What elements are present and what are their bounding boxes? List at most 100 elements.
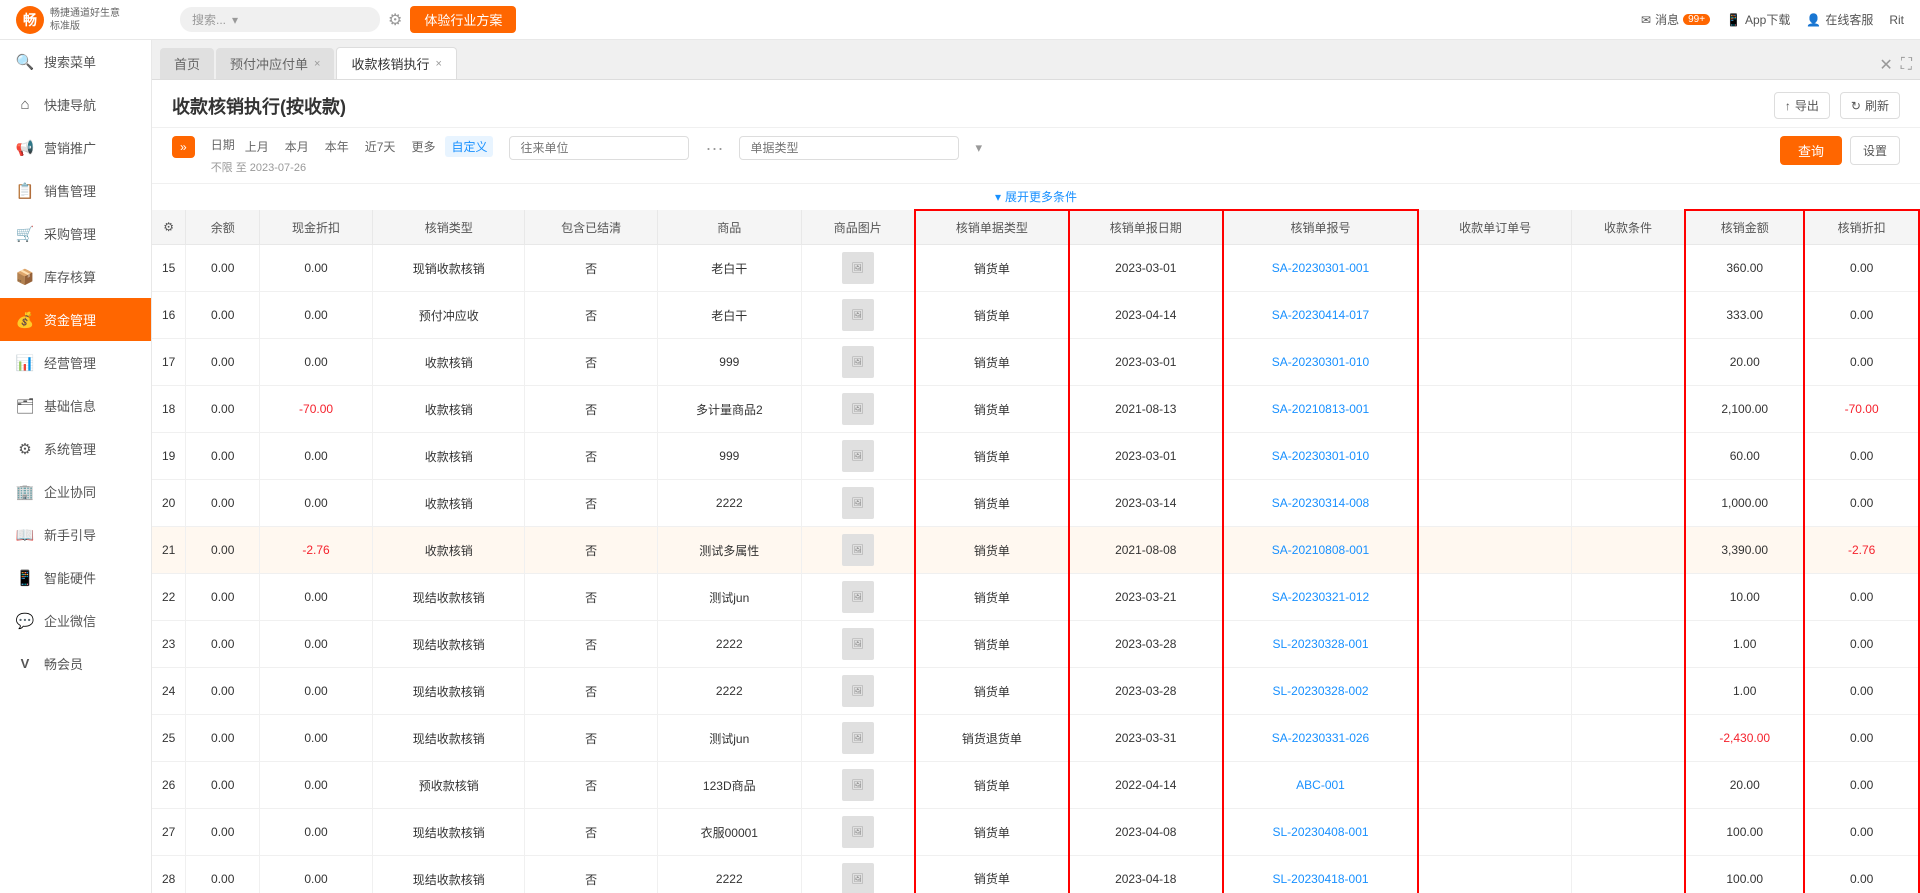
cell-bill-report-type: 销货单 bbox=[915, 621, 1069, 668]
cell-writeoff-discount: 0.00 bbox=[1804, 292, 1919, 339]
sidebar-item-wechat[interactable]: 💬 企业微信 bbox=[0, 599, 151, 642]
cell-writeoff-discount: 0.00 bbox=[1804, 762, 1919, 809]
cell-bill-report-type: 销货退货单 bbox=[915, 715, 1069, 762]
cell-bill-report-type: 销货单 bbox=[915, 339, 1069, 386]
sidebar-item-purchase[interactable]: 🛒 采购管理 bbox=[0, 212, 151, 255]
tab-expand-icon[interactable]: ⛶ bbox=[1901, 56, 1912, 74]
table-row: 23 0.00 0.00 现结收款核销 否 2222 🖼 销货单 2023-03… bbox=[152, 621, 1919, 668]
bill-report-no-link[interactable]: SA-20230314-008 bbox=[1272, 496, 1369, 510]
table-row: 16 0.00 0.00 预付冲应收 否 老白干 🖼 销货单 2023-04-1… bbox=[152, 292, 1919, 339]
sidebar-label-quick-nav: 快捷导航 bbox=[44, 95, 96, 114]
counterparty-input[interactable] bbox=[509, 136, 689, 160]
cell-receipt-order-no bbox=[1418, 339, 1571, 386]
sidebar-item-smart-hw[interactable]: 📱 智能硬件 bbox=[0, 556, 151, 599]
tab-prepay-close[interactable]: × bbox=[314, 58, 320, 70]
sidebar-item-search-menu[interactable]: 🔍 搜索菜单 bbox=[0, 40, 151, 83]
export-btn[interactable]: ↑ 导出 bbox=[1774, 92, 1830, 119]
cell-bill-report-no[interactable]: SA-20230321-012 bbox=[1223, 574, 1419, 621]
cell-bill-report-no[interactable]: SA-20210813-001 bbox=[1223, 386, 1419, 433]
cell-bill-report-no[interactable]: SA-20230314-008 bbox=[1223, 480, 1419, 527]
bill-report-no-link[interactable]: ABC-001 bbox=[1296, 778, 1345, 792]
bill-report-no-link[interactable]: SL-20230328-002 bbox=[1272, 684, 1368, 698]
cell-bill-report-type: 销货单 bbox=[915, 480, 1069, 527]
bill-report-no-link[interactable]: SA-20230414-017 bbox=[1272, 308, 1369, 322]
cell-bill-report-no[interactable]: ABC-001 bbox=[1223, 762, 1419, 809]
date-btn-more[interactable]: 更多 bbox=[405, 136, 441, 157]
cell-bill-report-no[interactable]: SA-20230301-010 bbox=[1223, 339, 1419, 386]
bill-type-input[interactable] bbox=[739, 136, 959, 160]
sidebar-item-marketing[interactable]: 📢 营销推广 bbox=[0, 126, 151, 169]
bill-report-no-link[interactable]: SL-20230408-001 bbox=[1272, 825, 1368, 839]
bill-report-no-link[interactable]: SL-20230328-001 bbox=[1272, 637, 1368, 651]
refresh-btn[interactable]: ↻ 刷新 bbox=[1840, 92, 1900, 119]
sidebar-item-finance[interactable]: 💰 资金管理 bbox=[0, 298, 151, 341]
sidebar-item-enterprise[interactable]: 🏢 企业协同 bbox=[0, 470, 151, 513]
date-btn-7days[interactable]: 近7天 bbox=[359, 136, 402, 157]
industry-btn[interactable]: 体验行业方案 bbox=[410, 6, 516, 33]
sidebar-item-operations[interactable]: 📊 经营管理 bbox=[0, 341, 151, 384]
sidebar-item-basic-info[interactable]: 🗂 基础信息 bbox=[0, 384, 151, 427]
sidebar-item-sales[interactable]: 📋 销售管理 bbox=[0, 169, 151, 212]
data-table-container: ⚙ 余额 现金折扣 核销类型 包含已结清 商品 商品图片 核销单据类型 核销单报… bbox=[152, 209, 1920, 893]
header-actions: ↑ 导出 ↻ 刷新 bbox=[1774, 92, 1900, 119]
date-btn-custom[interactable]: 自定义 bbox=[445, 136, 493, 157]
online-service-btn[interactable]: 👤 在线客服 bbox=[1806, 11, 1873, 28]
sidebar-item-guide[interactable]: 📖 新手引导 bbox=[0, 513, 151, 556]
cell-id: 18 bbox=[152, 386, 186, 433]
cell-goods: 999 bbox=[658, 339, 802, 386]
sidebar-item-vip[interactable]: V 畅会员 bbox=[0, 642, 151, 685]
table-row: 21 0.00 -2.76 收款核销 否 测试多属性 🖼 销货单 2021-08… bbox=[152, 527, 1919, 574]
col-include-settled: 包含已结清 bbox=[525, 210, 658, 245]
bill-report-no-link[interactable]: SA-20210813-001 bbox=[1272, 402, 1369, 416]
bill-report-no-link[interactable]: SA-20230301-001 bbox=[1272, 261, 1369, 275]
cell-bill-report-no[interactable]: SL-20230328-002 bbox=[1223, 668, 1419, 715]
tab-home[interactable]: 首页 bbox=[160, 48, 214, 79]
gear-icon-top[interactable]: ⚙ bbox=[388, 10, 402, 30]
sidebar-item-inventory[interactable]: 📦 库存核算 bbox=[0, 255, 151, 298]
bill-report-no-link[interactable]: SA-20210808-001 bbox=[1272, 543, 1369, 557]
cell-cash-discount: 0.00 bbox=[260, 621, 373, 668]
cell-writeoff-discount: 0.00 bbox=[1804, 809, 1919, 856]
sidebar-item-quick-nav[interactable]: ⌂ 快捷导航 bbox=[0, 83, 151, 126]
expand-conditions-btn[interactable]: ▾ 展开更多条件 bbox=[995, 188, 1077, 205]
bill-report-no-link[interactable]: SA-20230331-026 bbox=[1272, 731, 1369, 745]
cell-bill-report-no[interactable]: SL-20230408-001 bbox=[1223, 809, 1419, 856]
bill-report-no-link[interactable]: SA-20230301-010 bbox=[1272, 355, 1369, 369]
col-receipt-condition: 收款条件 bbox=[1571, 210, 1685, 245]
setting-btn[interactable]: 设置 bbox=[1850, 136, 1900, 165]
cell-bill-report-no[interactable]: SL-20230328-001 bbox=[1223, 621, 1419, 668]
logo-area: 畅 畅捷通道好生意 标准版 bbox=[16, 6, 168, 34]
tab-receipt-writeoff[interactable]: 收款核销执行 × bbox=[336, 47, 456, 79]
app-download-btn[interactable]: 📱 App下载 bbox=[1726, 11, 1790, 28]
cell-bill-report-type: 销货单 bbox=[915, 433, 1069, 480]
messages-btn[interactable]: ✉ 消息 99+ bbox=[1641, 11, 1710, 28]
cell-bill-report-no[interactable]: SA-20230331-026 bbox=[1223, 715, 1419, 762]
query-btn[interactable]: 查询 bbox=[1780, 136, 1842, 165]
sidebar-label-purchase: 采购管理 bbox=[44, 224, 96, 243]
filter-arrow-btn[interactable]: » bbox=[172, 136, 195, 158]
cell-bill-report-no[interactable]: SA-20210808-001 bbox=[1223, 527, 1419, 574]
tab-close-window-icon[interactable]: ✕ bbox=[1879, 55, 1892, 75]
bill-report-no-link[interactable]: SL-20230418-001 bbox=[1272, 872, 1368, 886]
cell-bill-report-no[interactable]: SL-20230418-001 bbox=[1223, 856, 1419, 893]
col-settings[interactable]: ⚙ bbox=[152, 210, 186, 245]
cell-writeoff-type: 预付冲应收 bbox=[373, 292, 525, 339]
cell-writeoff-amount: 60.00 bbox=[1685, 433, 1804, 480]
cell-bill-report-type: 销货单 bbox=[915, 292, 1069, 339]
sidebar-item-system[interactable]: ⚙ 系统管理 bbox=[0, 427, 151, 470]
quick-nav-icon: ⌂ bbox=[16, 96, 34, 114]
tab-prepay[interactable]: 预付冲应付单 × bbox=[216, 48, 334, 79]
cell-bill-report-no[interactable]: SA-20230301-010 bbox=[1223, 433, 1419, 480]
sidebar-label-guide: 新手引导 bbox=[44, 525, 96, 544]
date-btn-this-month[interactable]: 本月 bbox=[279, 136, 315, 157]
date-btn-this-year[interactable]: 本年 bbox=[319, 136, 355, 157]
cell-bill-report-no[interactable]: SA-20230414-017 bbox=[1223, 292, 1419, 339]
cell-bill-report-no[interactable]: SA-20230301-001 bbox=[1223, 245, 1419, 292]
bill-report-no-link[interactable]: SA-20230301-010 bbox=[1272, 449, 1369, 463]
date-btn-last-month[interactable]: 上月 bbox=[239, 136, 275, 157]
bill-report-no-link[interactable]: SA-20230321-012 bbox=[1272, 590, 1369, 604]
cell-cash-discount: 0.00 bbox=[260, 856, 373, 893]
user-area[interactable]: Rit bbox=[1889, 13, 1904, 27]
refresh-label: 刷新 bbox=[1865, 97, 1889, 114]
tab-receipt-writeoff-close[interactable]: × bbox=[435, 58, 441, 70]
